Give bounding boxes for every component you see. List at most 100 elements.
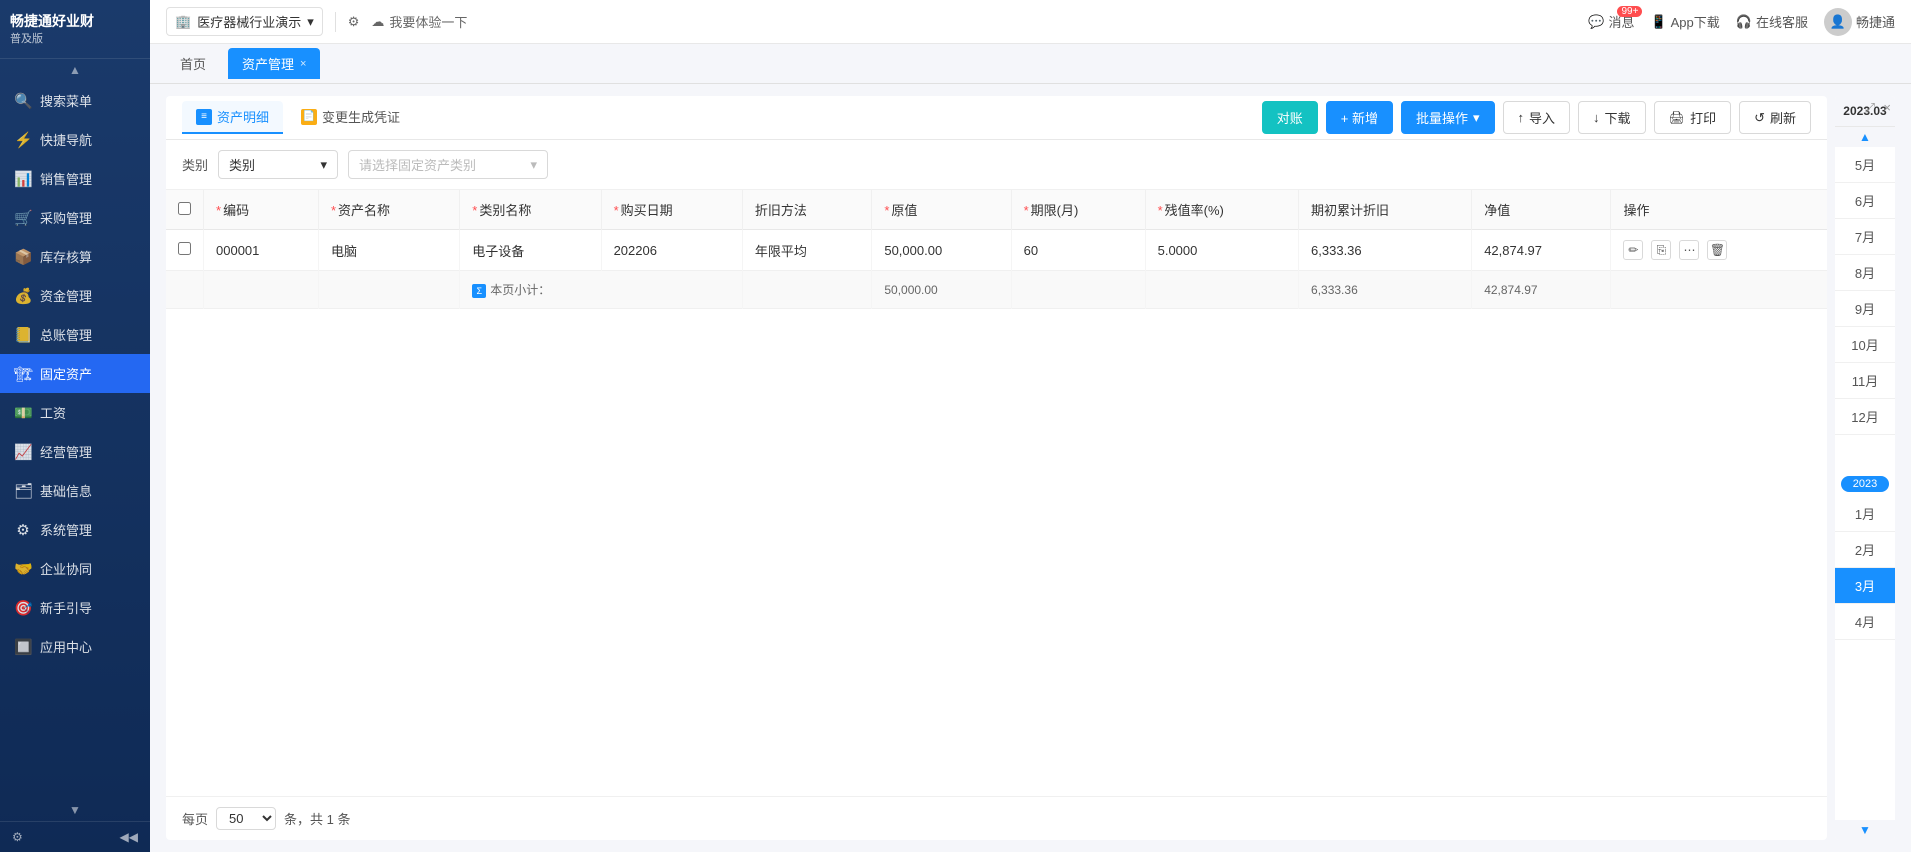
sidebar-item-app-center[interactable]: 🔲应用中心 — [0, 627, 150, 666]
topbar-settings[interactable]: ⚙ — [348, 14, 360, 30]
import-icon: ↑ — [1518, 110, 1525, 125]
sidebar-item-ledger[interactable]: 📒总账管理 — [0, 315, 150, 354]
print-button[interactable]: 🖨 打印 — [1654, 101, 1732, 134]
tab-asset-management[interactable]: 资产管理 × — [228, 48, 320, 79]
sidebar-item-sales[interactable]: 📊销售管理 — [0, 159, 150, 198]
sidebar-item-fixed-assets[interactable]: 🏗固定资产 — [0, 354, 150, 393]
calendar-month-item[interactable]: 6月 — [1835, 183, 1895, 219]
col-name: *资产名称 — [318, 190, 459, 230]
calendar-month-item[interactable]: 2月 — [1835, 532, 1895, 568]
calendar-month-item[interactable]: 1月 — [1835, 496, 1895, 532]
sidebar-scroll-down[interactable]: ▼ — [0, 799, 150, 821]
sidebar-item-system[interactable]: ⚙系统管理 — [0, 510, 150, 549]
calendar-month-item[interactable]: 4月 — [1835, 604, 1895, 640]
sidebar-collapse-icon[interactable]: ◀◀ — [120, 830, 138, 844]
asset-detail-icon: ≡ — [196, 109, 212, 125]
sidebar-item-payroll[interactable]: 💵工资 — [0, 393, 150, 432]
category-placeholder: 请选择固定资产类别 — [359, 155, 476, 174]
calendar-month-item[interactable]: 5月 — [1835, 147, 1895, 183]
copy-icon[interactable]: ⎘ — [1651, 240, 1671, 260]
sidebar-label-sales: 销售管理 — [40, 169, 92, 188]
sidebar-icon-fixed-assets: 🏗 — [14, 365, 32, 383]
sidebar-settings-icon[interactable]: ⚙ — [12, 830, 23, 844]
sidebar-item-guide[interactable]: 🎯新手引导 — [0, 588, 150, 627]
sidebar-item-operations[interactable]: 📈经营管理 — [0, 432, 150, 471]
calendar-month-item[interactable]: 7月 — [1835, 219, 1895, 255]
batch-ops-button[interactable]: 批量操作 ▾ — [1401, 101, 1495, 134]
import-button[interactable]: ↑ 导入 — [1503, 101, 1571, 134]
home-label: 首页 — [180, 54, 206, 73]
refresh-button[interactable]: ↺ 刷新 — [1739, 101, 1811, 134]
sidebar-item-purchase[interactable]: 🛒采购管理 — [0, 198, 150, 237]
tab-close-icon[interactable]: × — [300, 58, 306, 70]
message-button[interactable]: 💬 消息 99+ — [1588, 12, 1634, 31]
username: 畅捷通 — [1856, 12, 1895, 31]
col-net-value: 净值 — [1472, 190, 1611, 230]
calendar-month-item[interactable]: 11月 — [1835, 363, 1895, 399]
sidebar-item-basic-info[interactable]: 🗂基础信息 — [0, 471, 150, 510]
more-icon[interactable]: ⋯ — [1679, 240, 1699, 260]
sidebar-label-basic-info: 基础信息 — [40, 481, 92, 500]
new-button[interactable]: + 新增 — [1326, 101, 1393, 134]
sidebar-item-funds[interactable]: 💰资金管理 — [0, 276, 150, 315]
user-profile[interactable]: 👤 畅捷通 — [1824, 8, 1895, 36]
tip-icon: ☁ — [371, 14, 384, 30]
col-original-value: *原值 — [872, 190, 1011, 230]
sub-tab-asset-detail[interactable]: ≡ 资产明细 — [182, 101, 283, 134]
cell-original-value: 50,000.00 — [872, 230, 1011, 271]
sidebar-label-quick-nav: 快捷导航 — [40, 130, 92, 149]
sub-tab-voucher[interactable]: 📄 变更生成凭证 — [287, 101, 414, 134]
calendar-month-item[interactable]: 9月 — [1835, 291, 1895, 327]
calendar-month-item[interactable]: 10月 — [1835, 327, 1895, 363]
sidebar-icon-enterprise: 🤝 — [14, 560, 32, 578]
download-button[interactable]: ↓ 下载 — [1578, 101, 1646, 134]
calendar-scroll-up[interactable]: ▲ — [1835, 127, 1895, 147]
calendar-month-item[interactable]: 3月 — [1835, 568, 1895, 604]
sidebar-icon-quick-nav: ⚡ — [14, 131, 32, 149]
col-category: *类别名称 — [460, 190, 601, 230]
calendar-year-badge: 2023 — [1839, 474, 1891, 494]
settings-icon: ⚙ — [348, 14, 360, 30]
print-icon: 🖨 — [1669, 110, 1686, 126]
edit-icon[interactable]: ✏ — [1623, 240, 1643, 260]
sub-tabs: ≡ 资产明细 📄 变更生成凭证 对账 + 新增 批量操作 ▾ ↑ — [166, 96, 1827, 140]
app-download-button[interactable]: 📱 App下载 — [1650, 12, 1719, 31]
calendar-month-item[interactable]: 8月 — [1835, 255, 1895, 291]
calendar-month-item[interactable]: 12月 — [1835, 399, 1895, 435]
sidebar-scroll-up[interactable]: ▲ — [0, 59, 150, 81]
sidebar-label-guide: 新手引导 — [40, 598, 92, 617]
calendar-scroll-down[interactable]: ▼ — [1835, 820, 1895, 840]
message-badge: 99+ — [1617, 6, 1642, 17]
reconcile-button[interactable]: 对账 — [1262, 101, 1318, 134]
sub-tab-1-label: 资产明细 — [217, 107, 269, 126]
category-type-selector[interactable]: 类别 ▾ — [218, 150, 338, 179]
company-selector[interactable]: 🏢 医疗器械行业演示 ▾ — [166, 7, 323, 36]
delete-icon[interactable]: 🗑 — [1707, 240, 1727, 260]
row-checkbox-0[interactable] — [178, 242, 191, 255]
sidebar-item-quick-nav[interactable]: ⚡ 快捷导航 — [0, 120, 150, 159]
category-value-selector[interactable]: 请选择固定资产类别 ▾ — [348, 150, 548, 179]
cell-ops: ✏ ⎘ ⋯ 🗑 — [1611, 230, 1827, 271]
refresh-icon: ↺ — [1754, 110, 1765, 126]
calendar-close-button[interactable]: × — [1883, 100, 1891, 115]
sidebar-label-ledger: 总账管理 — [40, 325, 92, 344]
sidebar-item-inventory[interactable]: 📦库存核算 — [0, 237, 150, 276]
calendar-expand-button[interactable]: ⤢ — [1865, 100, 1875, 116]
year-label: 2023 — [1841, 476, 1889, 492]
sidebar-icon-system: ⚙ — [14, 521, 32, 539]
select-all-checkbox[interactable] — [178, 202, 191, 215]
tab-home[interactable]: 首页 — [166, 48, 220, 79]
col-period: *期限(月) — [1011, 190, 1145, 230]
main-area: 🏢 医疗器械行业演示 ▾ ⚙ ☁ 我要体验一下 💬 消息 99+ 📱 App下载… — [150, 0, 1911, 852]
app-title: 畅捷通好业财 — [10, 12, 94, 30]
sidebar-item-enterprise[interactable]: 🤝企业协同 — [0, 549, 150, 588]
category-type-arrow: ▾ — [320, 157, 327, 173]
sidebar-item-search[interactable]: 🔍搜索菜单 — [0, 81, 150, 120]
app-download-icon: 📱 — [1650, 14, 1666, 30]
topbar-tip[interactable]: ☁ 我要体验一下 — [371, 12, 467, 31]
sidebar-label-operations: 经营管理 — [40, 442, 92, 461]
toolbar-buttons: 对账 + 新增 批量操作 ▾ ↑ 导入 ↓ 下载 🖨 — [1262, 101, 1811, 134]
message-icon: 💬 — [1588, 14, 1604, 30]
per-page-select[interactable]: 50 10 20 100 — [216, 807, 276, 830]
online-service-button[interactable]: 🎧 在线客服 — [1736, 12, 1808, 31]
